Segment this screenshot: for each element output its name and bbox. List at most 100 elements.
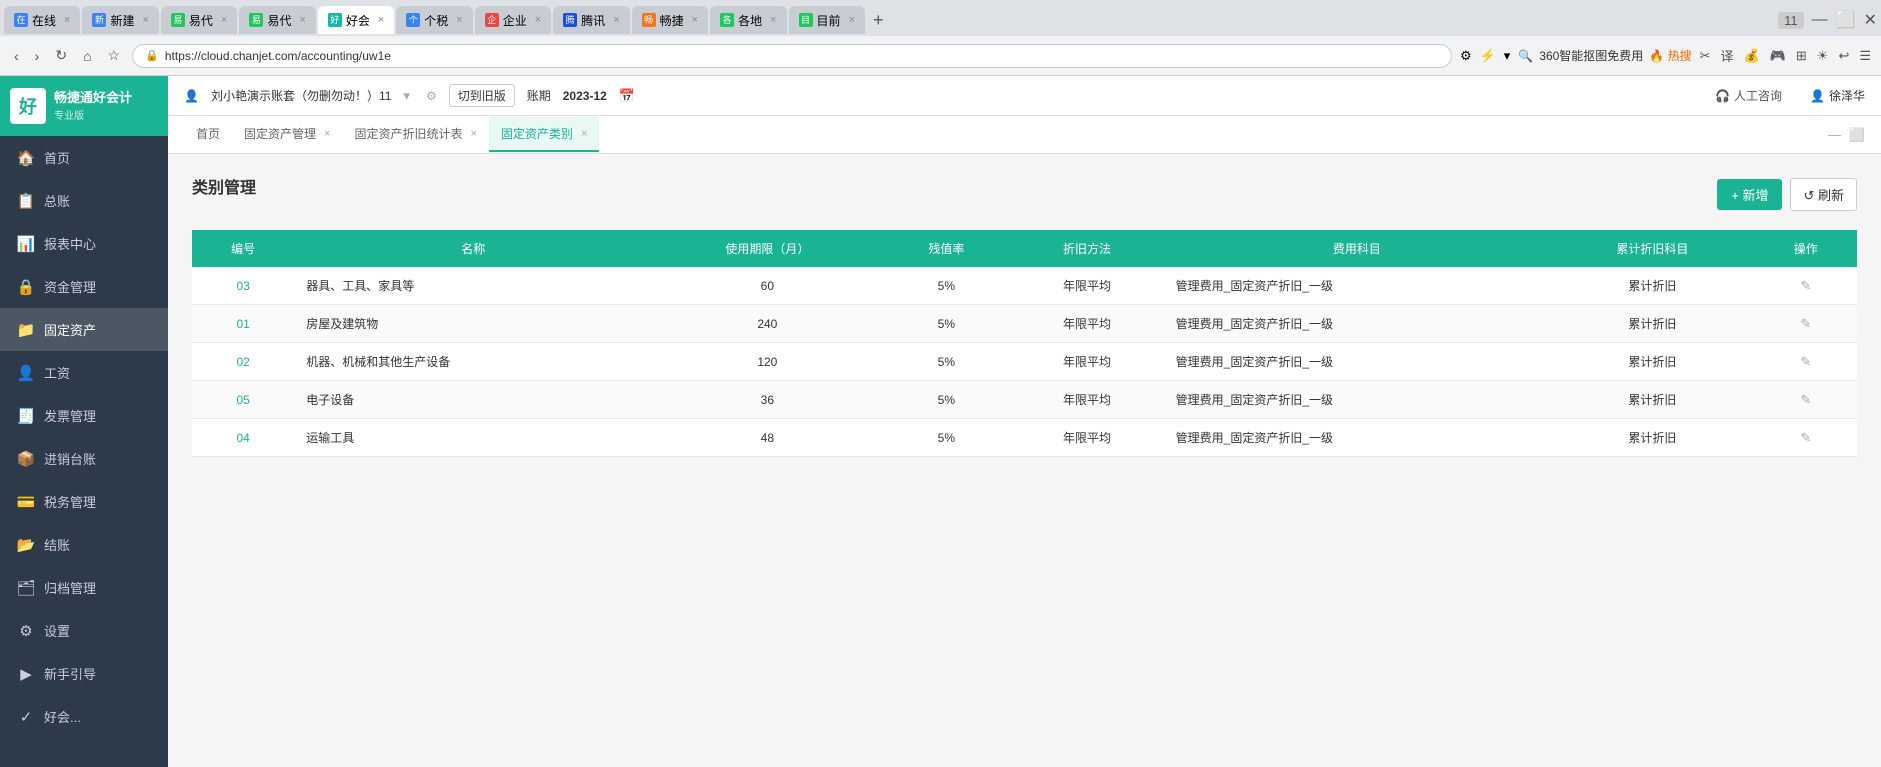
search-area[interactable]: 🔍 360智能抠图免费用 🔥 热搜 [1518,47,1691,64]
translate-icon[interactable]: 译 [1720,46,1733,65]
tab-collapse-icon[interactable]: — [1828,127,1841,143]
tab-close-muqian[interactable]: × [849,14,855,26]
tab-close-new[interactable]: × [142,14,148,26]
cell-code[interactable]: 05 [192,381,294,419]
sidebar-label-close: 结账 [44,535,70,554]
tab-close-tengxun[interactable]: × [613,14,619,26]
table-row: 01 房屋及建筑物 240 5% 年限平均 管理费用_固定资产折旧_一级 累计折… [192,305,1857,343]
browser-tab-qiye[interactable]: 企 企业 × [475,6,551,34]
tab-close-geshui[interactable]: × [456,14,462,26]
back-button[interactable]: ‹ [10,44,23,68]
calendar-icon[interactable]: 📅 [619,88,635,104]
cell-name: 器具、工具、家具等 [294,267,652,305]
cell-action[interactable]: ✎ [1755,381,1857,419]
brightness-icon[interactable]: ☀ [1817,48,1829,64]
browser-tab-tengxun[interactable]: 腾 腾讯 × [553,6,629,34]
sidebar-item-close[interactable]: 📂 结账 [0,523,168,566]
cell-code[interactable]: 02 [192,343,294,381]
switch-old-version-button[interactable]: 切到旧版 [449,84,515,107]
tab-close-changjie[interactable]: × [692,14,698,26]
lightning-icon[interactable]: ⚡ [1480,48,1496,64]
table-row: 04 运输工具 48 5% 年限平均 管理费用_固定资产折旧_一级 累计折旧 ✎ [192,419,1857,457]
tab-label-tengxun: 腾讯 [581,12,605,29]
sidebar-item-invoices[interactable]: 🧾 发票管理 [0,394,168,437]
add-category-button[interactable]: + 新增 [1717,179,1782,210]
edit-icon[interactable]: ✎ [1800,430,1811,445]
browser-tab-geshui[interactable]: 个 个税 × [396,6,472,34]
tab-label-yidai2: 易代 [267,12,291,29]
sidebar-item-payroll[interactable]: 👤 工资 [0,351,168,394]
menu-icon[interactable]: ☰ [1859,48,1871,64]
sidebar-item-other[interactable]: ✓ 好会... [0,695,168,738]
cell-action[interactable]: ✎ [1755,343,1857,381]
edit-icon[interactable]: ✎ [1800,392,1811,407]
wallet-icon[interactable]: 💰 [1744,48,1760,64]
undo-icon[interactable]: ↩ [1838,48,1849,64]
refresh-nav-button[interactable]: ↻ [51,43,71,68]
tab-favicon-yidai1: 易 [171,13,185,27]
refresh-button[interactable]: ↺ 刷新 [1790,178,1857,211]
cell-action[interactable]: ✎ [1755,305,1857,343]
tab-close-qiye[interactable]: × [535,14,541,26]
browser-tab-gedi[interactable]: 各 各地 × [710,6,786,34]
tab-close-yidai1[interactable]: × [221,14,227,26]
page-tab-home[interactable]: 首页 [184,117,232,152]
tab-close-haohui[interactable]: × [378,14,384,26]
browser-tab-new[interactable]: 新 新建 × [82,6,158,34]
tab-close-gedi[interactable]: × [770,14,776,26]
sidebar-item-reports[interactable]: 📊 报表中心 [0,222,168,265]
cell-code[interactable]: 04 [192,419,294,457]
page-tab-fixed-asset-mgmt[interactable]: 固定资产管理 × [232,117,342,152]
browser-tab-changjie[interactable]: 畅 畅捷 × [632,6,708,34]
sidebar-item-fixed-assets[interactable]: 📁 固定资产 [0,308,168,351]
browser-tab-yidai2[interactable]: 易 易代 × [239,6,315,34]
close-depreciation-stats-tab[interactable]: × [470,128,476,140]
home-nav-button[interactable]: ⌂ [79,44,95,68]
sidebar-item-ledger[interactable]: 📋 总账 [0,179,168,222]
sidebar-item-inventory[interactable]: 📦 进销台账 [0,437,168,480]
minimize-icon[interactable]: — [1812,11,1828,29]
restore-icon[interactable]: ⬜ [1836,10,1856,30]
cell-accumulated-account: 累计折旧 [1550,381,1755,419]
forward-button[interactable]: › [31,44,44,68]
browser-tab-yidai1[interactable]: 易 易代 × [161,6,237,34]
dropdown-icon[interactable]: ▾ [1504,48,1511,64]
dropdown-arrow-icon[interactable]: ▾ [403,88,410,104]
grid-icon[interactable]: ⊞ [1796,48,1807,64]
page-tab-asset-category[interactable]: 固定资产类别 × [489,117,599,152]
page-tab-depreciation-stats[interactable]: 固定资产折旧统计表 × [342,117,488,152]
game-icon[interactable]: 🎮 [1770,48,1786,64]
sidebar-item-funds[interactable]: 🔒 资金管理 [0,265,168,308]
cell-action[interactable]: ✎ [1755,267,1857,305]
sidebar-label-payroll: 工资 [44,363,70,382]
close-fixed-asset-mgmt-tab[interactable]: × [324,128,330,140]
cut-icon[interactable]: ✂ [1700,48,1711,64]
sidebar-item-tax[interactable]: 💳 税务管理 [0,480,168,523]
close-icon[interactable]: ✕ [1864,10,1877,30]
settings-small-icon[interactable]: ⚙ [426,89,437,103]
close-asset-category-tab[interactable]: × [581,128,587,140]
sidebar-item-settings[interactable]: ⚙ 设置 [0,609,168,652]
new-tab-button[interactable]: + [867,10,890,31]
edit-icon[interactable]: ✎ [1800,278,1811,293]
tab-close-online[interactable]: × [64,14,70,26]
browser-tab-online[interactable]: 在 在线 × [4,6,80,34]
cell-code[interactable]: 01 [192,305,294,343]
sidebar-item-guide[interactable]: ▶ 新手引导 [0,652,168,695]
ledger-icon: 📋 [16,192,36,210]
tab-expand-icon[interactable]: ⬜ [1849,127,1865,143]
support-button[interactable]: 🎧 人工咨询 [1715,87,1782,104]
toolbar: + 新增 ↺ 刷新 [1717,178,1857,211]
tab-close-yidai2[interactable]: × [299,14,305,26]
edit-icon[interactable]: ✎ [1800,316,1811,331]
sidebar-item-archive[interactable]: 🗂 归档管理 [0,566,168,609]
star-button[interactable]: ☆ [104,43,125,68]
browser-tab-haohui[interactable]: 好 好会 × [318,6,394,34]
cell-code[interactable]: 03 [192,267,294,305]
browser-tab-muqian[interactable]: 目 目前 × [789,6,865,34]
site-settings-icon[interactable]: ⚙ [1460,48,1472,64]
url-box[interactable]: 🔒 https://cloud.chanjet.com/accounting/u… [132,44,1452,68]
cell-action[interactable]: ✎ [1755,419,1857,457]
sidebar-item-home[interactable]: 🏠 首页 [0,136,168,179]
edit-icon[interactable]: ✎ [1800,354,1811,369]
